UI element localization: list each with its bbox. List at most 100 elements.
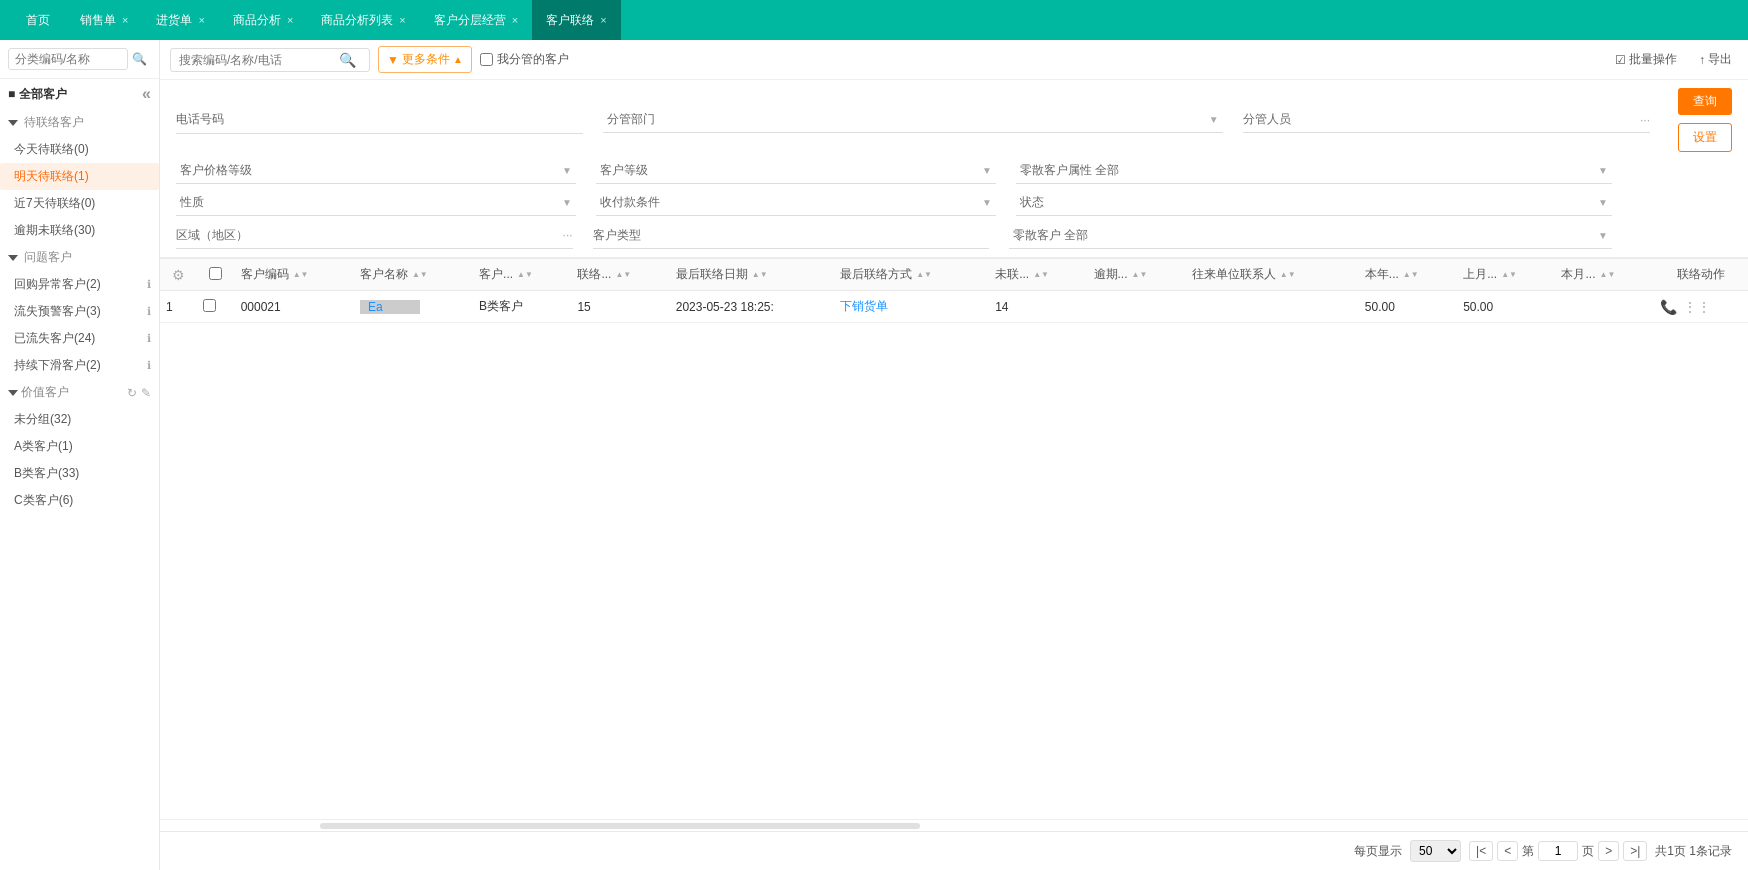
nav-goods-analysis-list[interactable]: 商品分析列表 × <box>307 0 419 40</box>
sidebar-class-a[interactable]: A类客户(1) <box>0 433 159 460</box>
col-this-year-label: 本年... <box>1365 266 1399 283</box>
my-customers-checkbox[interactable] <box>480 53 493 66</box>
sidebar-all-customers[interactable]: ■ 全部客户 « <box>0 79 159 109</box>
filter-retail-attr[interactable]: 零散客户属性 全部 ▼ <box>1016 158 1612 184</box>
filter-price-level-label: 客户价格等级 <box>180 162 252 179</box>
page-input[interactable] <box>1538 841 1578 861</box>
query-button[interactable]: 查询 <box>1678 88 1732 115</box>
sidebar-declining[interactable]: 持续下滑客户(2) ℹ <box>0 352 159 379</box>
nav-customer-tier[interactable]: 客户分层经营 × <box>420 0 532 40</box>
more-filter-button[interactable]: ▼ 更多条件 ▲ <box>378 46 472 73</box>
page-prev-button[interactable]: < <box>1497 841 1518 861</box>
code-sort-icon[interactable]: ▲▼ <box>293 270 309 279</box>
batch-ops-button[interactable]: ☑ 批量操作 <box>1609 48 1683 71</box>
export-button[interactable]: ↑ 导出 <box>1693 48 1738 71</box>
this-month-sort-icon[interactable]: ▲▼ <box>1599 270 1615 279</box>
not-contacted-sort-icon[interactable]: ▲▼ <box>1033 270 1049 279</box>
page-last-button[interactable]: >| <box>1623 841 1647 861</box>
sidebar-churned[interactable]: 已流失客户(24) ℹ <box>0 325 159 352</box>
col-this-month-label: 本月... <box>1561 266 1595 283</box>
search-input[interactable] <box>179 53 339 67</box>
last-method-sort-icon[interactable]: ▲▼ <box>916 270 932 279</box>
sidebar-group-pending[interactable]: 待联络客户 <box>0 109 159 136</box>
filter-customer-level[interactable]: 客户等级 ▼ <box>596 158 996 184</box>
nav-sales-close[interactable]: × <box>122 14 128 26</box>
filter-retail-customer-label: 零散客户 全部 <box>1013 227 1088 244</box>
col-contact-person-label: 往来单位联系人 <box>1192 266 1276 283</box>
filter-phone-label: 电话号码 <box>176 111 256 128</box>
type-sort-icon[interactable]: ▲▼ <box>517 270 533 279</box>
row-last-method[interactable]: 下销货单 <box>834 291 989 323</box>
sidebar-week-contact[interactable]: 近7天待联络(0) <box>0 190 159 217</box>
my-customers-checkbox-wrap[interactable]: 我分管的客户 <box>480 51 569 68</box>
row-last-method-link[interactable]: 下销货单 <box>840 299 888 313</box>
set-button[interactable]: 设置 <box>1678 123 1732 152</box>
row-actions: 📞 ⋮⋮ <box>1660 299 1742 315</box>
grid-action-icon[interactable]: ⋮⋮ <box>1683 299 1711 315</box>
manager-dots-icon[interactable]: ··· <box>1640 113 1650 127</box>
sidebar-search-icon[interactable]: 🔍 <box>132 52 147 66</box>
search-button[interactable]: 🔍 <box>339 52 356 68</box>
area-dots-icon[interactable]: ··· <box>563 228 573 242</box>
page-next-button[interactable]: > <box>1598 841 1619 861</box>
nav-goods-analysis-close[interactable]: × <box>287 14 293 26</box>
last-date-sort-icon[interactable]: ▲▼ <box>752 270 768 279</box>
name-sort-icon[interactable]: ▲▼ <box>412 270 428 279</box>
contact-person-sort-icon[interactable]: ▲▼ <box>1280 270 1296 279</box>
filter-actions: 查询 设置 <box>1670 88 1732 152</box>
filter-price-level[interactable]: 客户价格等级 ▼ <box>176 158 576 184</box>
nav-purchase[interactable]: 进货单 × <box>142 0 218 40</box>
row-last-month: 50.00 <box>1457 291 1555 323</box>
sidebar-group-problem[interactable]: 问题客户 <box>0 244 159 271</box>
page-size-select[interactable]: 50 100 200 <box>1410 840 1461 862</box>
nav-customer-contact[interactable]: 客户联络 × <box>532 0 620 40</box>
filter-phone-input[interactable] <box>256 111 583 129</box>
settings-icon[interactable]: ⚙ <box>172 267 185 283</box>
select-all-checkbox[interactable] <box>209 267 222 280</box>
sidebar-repurchase-abnormal[interactable]: 回购异常客户(2) ℹ <box>0 271 159 298</box>
phone-action-icon[interactable]: 📞 <box>1660 299 1677 315</box>
this-year-sort-icon[interactable]: ▲▼ <box>1403 270 1419 279</box>
sidebar-group-value[interactable]: 价值客户 ↻ ✎ <box>0 379 159 406</box>
toolbar-right: ☑ 批量操作 ↑ 导出 <box>1609 48 1738 71</box>
filter-dept[interactable]: 分管部门 ▼ <box>603 107 1222 133</box>
sidebar-today-contact[interactable]: 今天待联络(0) <box>0 136 159 163</box>
col-this-month: 本月... ▲▼ <box>1555 259 1653 291</box>
filter-nature[interactable]: 性质 ▼ <box>176 190 576 216</box>
nav-customer-tier-label: 客户分层经营 <box>434 12 506 29</box>
filter-retail-customer[interactable]: 零散客户 全部 ▼ <box>1009 223 1612 249</box>
filter-payment-terms-label: 收付款条件 <box>600 194 660 211</box>
sidebar-ungrouped[interactable]: 未分组(32) <box>0 406 159 433</box>
sidebar-class-b[interactable]: B类客户(33) <box>0 460 159 487</box>
horizontal-scrollbar[interactable] <box>320 823 920 829</box>
sidebar-churn-warning[interactable]: 流失预警客户(3) ℹ <box>0 298 159 325</box>
row-checkbox[interactable] <box>203 299 216 312</box>
last-month-sort-icon[interactable]: ▲▼ <box>1501 270 1517 279</box>
overdue-sort-icon[interactable]: ▲▼ <box>1132 270 1148 279</box>
nav-goods-analysis-list-close[interactable]: × <box>399 14 405 26</box>
sidebar-search-input[interactable] <box>8 48 128 70</box>
page-end-label: 页 <box>1582 843 1594 860</box>
sidebar-overdue-contact[interactable]: 逾期未联络(30) <box>0 217 159 244</box>
nav-home[interactable]: 首页 <box>10 0 66 40</box>
main-layout: 🔍 ■ 全部客户 « 待联络客户 今天待联络(0) 明天待联络(1) 近7天待联… <box>0 40 1748 870</box>
sidebar-class-c[interactable]: C类客户(6) <box>0 487 159 514</box>
sidebar-tomorrow-contact[interactable]: 明天待联络(1) <box>0 163 159 190</box>
nav-customer-tier-close[interactable]: × <box>512 14 518 26</box>
customer-table: ⚙ 客户编码 ▲▼ 客户名称 ▲▼ <box>160 258 1748 323</box>
nav-purchase-close[interactable]: × <box>198 14 204 26</box>
row-seq: 1 <box>160 291 197 323</box>
sidebar-collapse-icon[interactable]: « <box>142 85 151 103</box>
edit-icon[interactable]: ✎ <box>141 386 151 400</box>
row-name[interactable]: Ea <box>354 291 473 323</box>
contact-count-sort-icon[interactable]: ▲▼ <box>615 270 631 279</box>
col-overdue-label: 逾期... <box>1094 266 1128 283</box>
nav-sales[interactable]: 销售单 × <box>66 0 142 40</box>
refresh-icon[interactable]: ↻ <box>127 386 137 400</box>
nav-goods-analysis[interactable]: 商品分析 × <box>219 0 307 40</box>
nav-customer-contact-close[interactable]: × <box>600 14 606 26</box>
filter-customer-type-input[interactable] <box>673 226 990 244</box>
filter-payment-terms[interactable]: 收付款条件 ▼ <box>596 190 996 216</box>
filter-status[interactable]: 状态 ▼ <box>1016 190 1612 216</box>
page-first-button[interactable]: |< <box>1469 841 1493 861</box>
